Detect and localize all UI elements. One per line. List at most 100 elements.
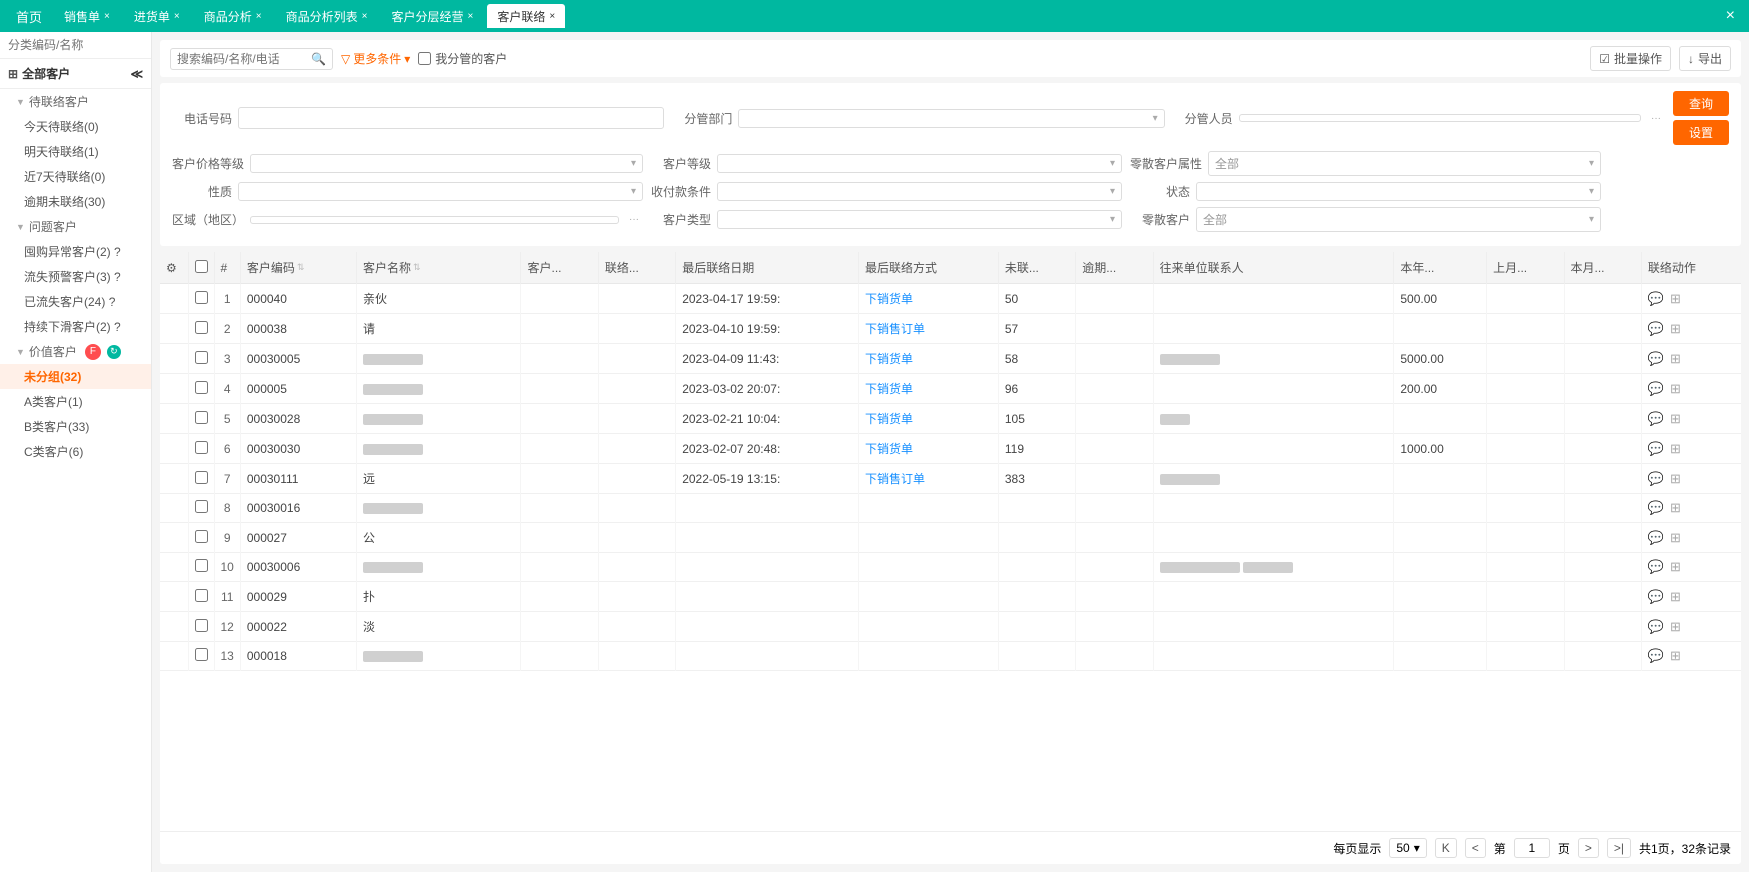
next-page-button[interactable]: > (1578, 838, 1599, 858)
home-tab[interactable]: 首页 (8, 7, 50, 26)
grid-action-icon[interactable]: ⊞ (1670, 589, 1681, 605)
grid-action-icon[interactable]: ⊞ (1670, 500, 1681, 516)
col-gear[interactable]: ⚙ (160, 252, 188, 284)
refresh-badge[interactable]: ↻ (107, 345, 121, 359)
chat-icon[interactable]: 💬 (1648, 648, 1664, 664)
reset-button[interactable]: 设置 (1673, 120, 1729, 145)
region-select[interactable] (250, 216, 619, 224)
contact-way-link[interactable]: 下销售订单 (865, 322, 925, 336)
row-checkbox[interactable] (195, 471, 208, 484)
tab-sales[interactable]: 销售单 × (54, 4, 120, 28)
sidebar-all-customers[interactable]: ⊞ 全部客户 ≪ (0, 59, 151, 89)
row-checkbox[interactable] (195, 351, 208, 364)
row-checkbox[interactable] (195, 381, 208, 394)
grid-action-icon[interactable]: ⊞ (1670, 559, 1681, 575)
row-checkbox[interactable] (195, 648, 208, 661)
payment-select[interactable]: ▾ (717, 182, 1122, 201)
chat-icon[interactable]: 💬 (1648, 381, 1664, 397)
chat-icon[interactable]: 💬 (1648, 321, 1664, 337)
price-level-select[interactable]: ▾ (250, 154, 643, 173)
sidebar-item-churned[interactable]: 已流失客户(24) ? (0, 289, 151, 314)
chat-icon[interactable]: 💬 (1648, 559, 1664, 575)
grid-action-icon[interactable]: ⊞ (1670, 471, 1681, 487)
row-checkbox[interactable] (195, 411, 208, 424)
last-page-button[interactable]: >| (1607, 838, 1631, 858)
chat-icon[interactable]: 💬 (1648, 530, 1664, 546)
retail-attr-select[interactable]: 全部 ▾ (1208, 151, 1601, 176)
grid-action-icon[interactable]: ⊞ (1670, 351, 1681, 367)
sidebar-item-tomorrow-pending[interactable]: 明天待联络(1) (0, 139, 151, 164)
close-all-button[interactable]: × (1720, 7, 1741, 25)
close-sales-tab[interactable]: × (104, 11, 110, 22)
grid-action-icon[interactable]: ⊞ (1670, 321, 1681, 337)
row-checkbox[interactable] (195, 619, 208, 632)
prev-page-button[interactable]: < (1465, 838, 1486, 858)
close-analysis-tab[interactable]: × (256, 11, 262, 22)
close-contact-tab[interactable]: × (549, 11, 555, 22)
contact-way-link[interactable]: 下销货单 (865, 352, 913, 366)
customer-type-select[interactable]: ▾ (717, 210, 1122, 229)
row-checkbox[interactable] (195, 589, 208, 602)
sidebar-search-input[interactable] (8, 38, 152, 52)
sidebar-item-churn-warning[interactable]: 流失预警客户(3) ? (0, 264, 151, 289)
sidebar-item-abnormal[interactable]: 囤购异常客户(2) ? (0, 239, 151, 264)
first-page-button[interactable]: K (1435, 838, 1457, 858)
nature-select[interactable]: ▾ (238, 182, 643, 201)
row-checkbox[interactable] (195, 530, 208, 543)
tab-analysis-list[interactable]: 商品分析列表 × (276, 4, 378, 28)
region-ellipsis[interactable]: ··· (625, 214, 643, 225)
filter-search-input[interactable] (177, 52, 307, 66)
grid-action-icon[interactable]: ⊞ (1670, 441, 1681, 457)
grid-action-icon[interactable]: ⊞ (1670, 530, 1681, 546)
batch-operation-button[interactable]: ☑ 批量操作 (1590, 46, 1671, 71)
row-checkbox[interactable] (195, 321, 208, 334)
export-button[interactable]: ↓ 导出 (1679, 46, 1731, 71)
contact-way-link[interactable]: 下销货单 (865, 382, 913, 396)
tab-purchase[interactable]: 进货单 × (124, 4, 190, 28)
page-number-input[interactable] (1514, 838, 1550, 858)
table-scroll[interactable]: ⚙ # 客户编码⇅ 客户名称⇅ 客户... 联络... 最后联络日期 最后联络方… (160, 252, 1741, 831)
tab-customer-contact[interactable]: 客户联络 × (487, 4, 565, 28)
tab-analysis[interactable]: 商品分析 × (194, 4, 272, 28)
my-customers-checkbox[interactable] (418, 52, 431, 65)
chat-icon[interactable]: 💬 (1648, 351, 1664, 367)
select-all-checkbox[interactable] (195, 260, 208, 273)
sidebar-item-today-pending[interactable]: 今天待联络(0) (0, 114, 151, 139)
manager-ellipsis[interactable]: ··· (1647, 113, 1665, 124)
sidebar-item-ungrouped[interactable]: 未分组(32) (0, 364, 151, 389)
phone-input[interactable] (238, 107, 664, 129)
my-customers-checkbox-label[interactable]: 我分管的客户 (418, 50, 507, 67)
sidebar-item-declining[interactable]: 持续下滑客户(2) ? (0, 314, 151, 339)
close-segment-tab[interactable]: × (467, 11, 473, 22)
settings-icon[interactable]: ⚙ (166, 261, 177, 275)
row-checkbox[interactable] (195, 559, 208, 572)
sidebar-item-7day-pending[interactable]: 近7天待联络(0) (0, 164, 151, 189)
row-checkbox[interactable] (195, 500, 208, 513)
grid-action-icon[interactable]: ⊞ (1670, 411, 1681, 427)
grid-action-icon[interactable]: ⊞ (1670, 619, 1681, 635)
dept-select[interactable]: ▾ (738, 109, 1164, 128)
page-size-select[interactable]: 50 ▾ (1389, 838, 1426, 858)
row-checkbox[interactable] (195, 441, 208, 454)
close-purchase-tab[interactable]: × (174, 11, 180, 22)
sidebar-item-class-b[interactable]: B类客户(33) (0, 414, 151, 439)
chat-icon[interactable]: 💬 (1648, 619, 1664, 635)
contact-way-link[interactable]: 下销货单 (865, 442, 913, 456)
query-button[interactable]: 查询 (1673, 91, 1729, 116)
chat-icon[interactable]: 💬 (1648, 441, 1664, 457)
contact-way-link[interactable]: 下销货单 (865, 412, 913, 426)
contact-way-link[interactable]: 下销售订单 (865, 472, 925, 486)
close-analysis-list-tab[interactable]: × (362, 11, 368, 22)
chat-icon[interactable]: 💬 (1648, 471, 1664, 487)
chat-icon[interactable]: 💬 (1648, 589, 1664, 605)
chat-icon[interactable]: 💬 (1648, 291, 1664, 307)
grid-action-icon[interactable]: ⊞ (1670, 291, 1681, 307)
sidebar-group-value[interactable]: ▼ 价值客户 F ↻ (0, 339, 151, 364)
row-checkbox[interactable] (195, 291, 208, 304)
status-select[interactable]: ▾ (1196, 182, 1601, 201)
sidebar-group-pending[interactable]: ▼ 待联络客户 (0, 89, 151, 114)
sidebar-item-overdue-pending[interactable]: 逾期未联络(30) (0, 189, 151, 214)
more-conditions-button[interactable]: ▽ 更多条件 ▾ (341, 50, 410, 67)
filter-search-icon[interactable]: 🔍 (311, 52, 326, 66)
contact-way-link[interactable]: 下销货单 (865, 292, 913, 306)
